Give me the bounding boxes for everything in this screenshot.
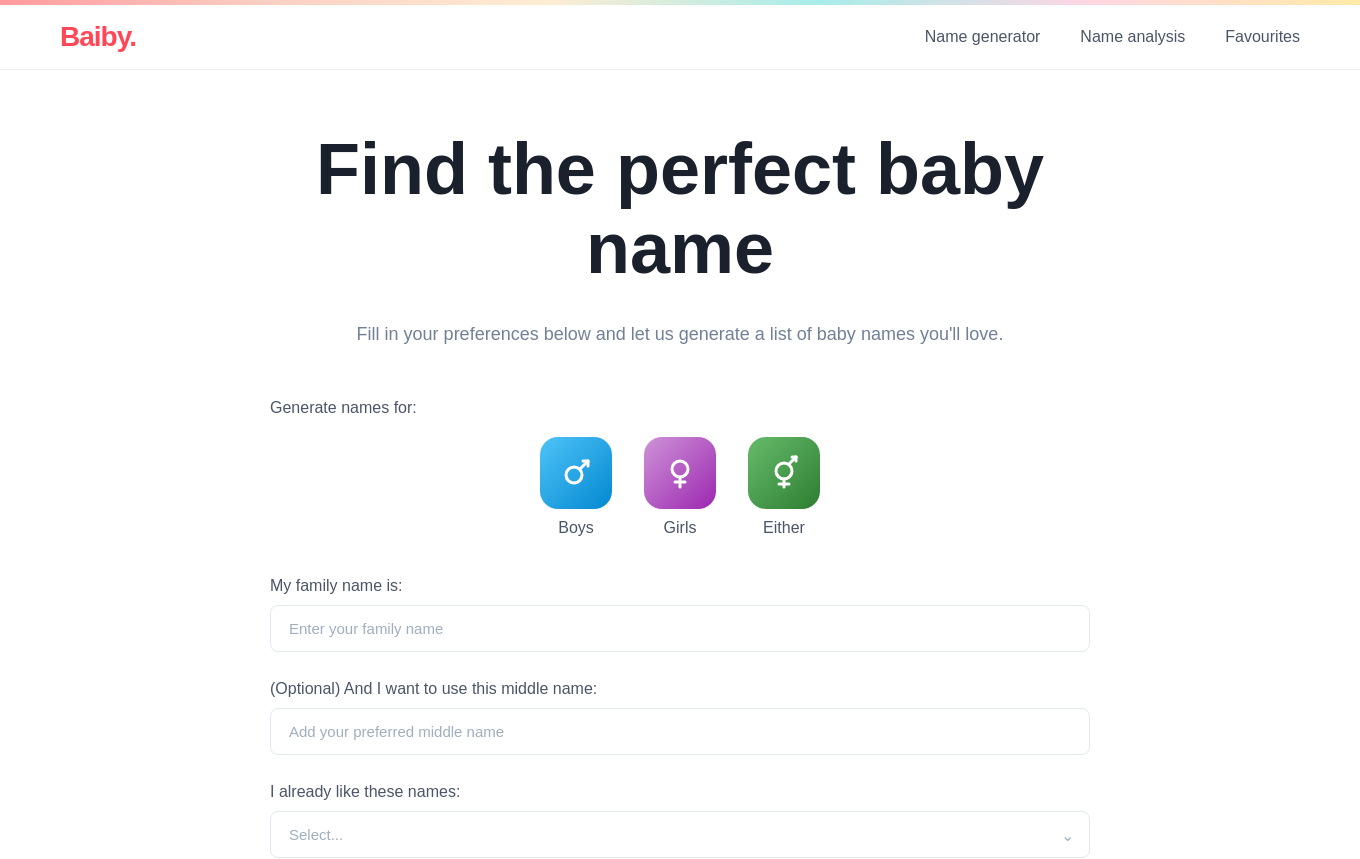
svg-point-4 <box>672 461 688 477</box>
boys-label: Boys <box>558 519 594 537</box>
hero-subtitle: Fill in your preferences below and let u… <box>270 320 1090 349</box>
logo-text: Baiby. <box>60 21 136 52</box>
hero-title: Find the perfect baby name <box>270 130 1090 288</box>
header: Baiby. Name generator Name analysis Favo… <box>0 5 1360 70</box>
middle-name-section: (Optional) And I want to use this middle… <box>270 680 1090 755</box>
girls-icon <box>644 437 716 509</box>
gender-option-either[interactable]: Either <box>748 437 820 537</box>
nav-name-generator[interactable]: Name generator <box>925 28 1041 46</box>
gender-option-boys[interactable]: Boys <box>540 437 612 537</box>
gender-option-girls[interactable]: Girls <box>644 437 716 537</box>
liked-names-section: I already like these names: Select... ⌄ <box>270 783 1090 858</box>
svg-point-7 <box>776 463 792 479</box>
family-name-section: My family name is: <box>270 577 1090 652</box>
gender-options-group: Boys Girls <box>270 437 1090 537</box>
girls-label: Girls <box>664 519 697 537</box>
liked-names-label: I already like these names: <box>270 783 1090 801</box>
family-name-input[interactable] <box>270 605 1090 652</box>
gender-label: Generate names for: <box>270 399 1090 417</box>
boys-icon <box>540 437 612 509</box>
liked-names-select[interactable]: Select... <box>270 811 1090 858</box>
navigation: Name generator Name analysis Favourites <box>925 28 1300 46</box>
liked-names-select-wrapper: Select... ⌄ <box>270 811 1090 858</box>
gender-section: Generate names for: Boys <box>270 399 1090 537</box>
nav-favourites[interactable]: Favourites <box>1225 28 1300 46</box>
logo: Baiby. <box>60 21 136 53</box>
middle-name-label: (Optional) And I want to use this middle… <box>270 680 1090 698</box>
either-icon <box>748 437 820 509</box>
middle-name-input[interactable] <box>270 708 1090 755</box>
nav-name-analysis[interactable]: Name analysis <box>1080 28 1185 46</box>
main-content: Find the perfect baby name Fill in your … <box>250 70 1110 859</box>
either-label: Either <box>763 519 805 537</box>
family-name-label: My family name is: <box>270 577 1090 595</box>
